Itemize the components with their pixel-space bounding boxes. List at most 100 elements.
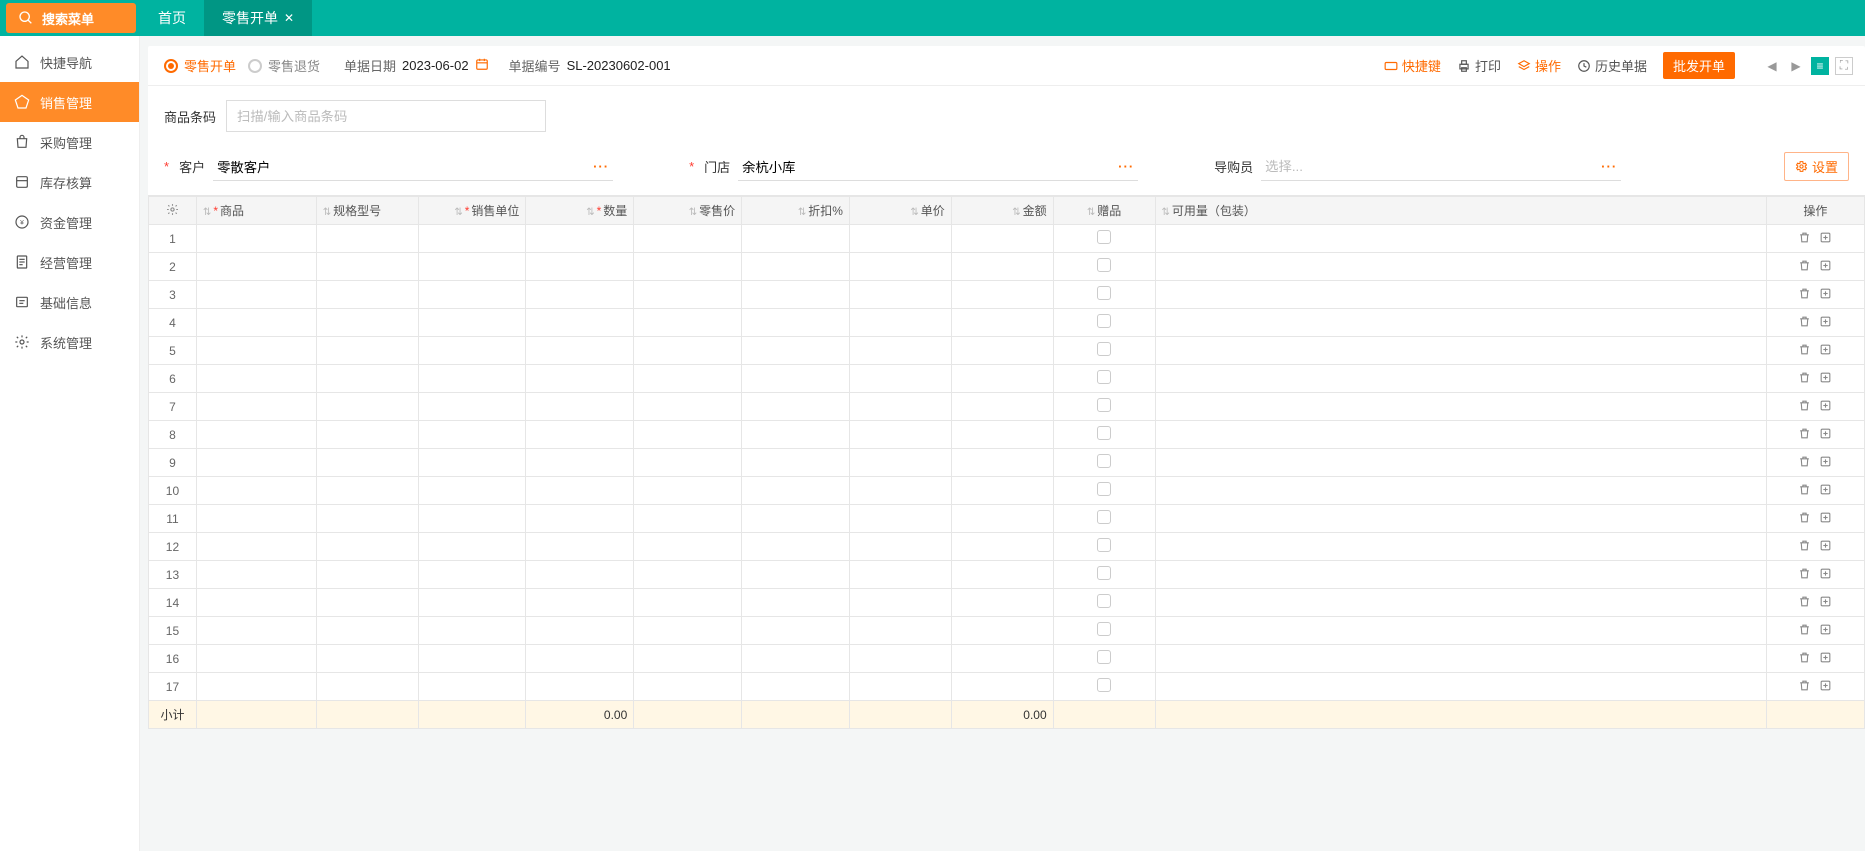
cell-available[interactable] xyxy=(1155,449,1766,477)
cell-available[interactable] xyxy=(1155,225,1766,253)
checkbox-icon[interactable] xyxy=(1097,454,1111,468)
col-gear[interactable] xyxy=(149,197,197,225)
cell-gift[interactable] xyxy=(1053,533,1155,561)
cell-amount[interactable] xyxy=(951,589,1053,617)
col-spec[interactable]: ⇅规格型号 xyxy=(316,197,418,225)
cell-available[interactable] xyxy=(1155,253,1766,281)
cell-qty[interactable] xyxy=(526,337,634,365)
table-row[interactable]: 9 xyxy=(149,449,1865,477)
sidebar-item-purchase[interactable]: 采购管理 xyxy=(0,122,139,162)
cell-amount[interactable] xyxy=(951,645,1053,673)
checkbox-icon[interactable] xyxy=(1097,426,1111,440)
bill-date-value[interactable]: 2023-06-02 xyxy=(402,58,469,73)
cell-amount[interactable] xyxy=(951,617,1053,645)
checkbox-icon[interactable] xyxy=(1097,258,1111,272)
cell-amount[interactable] xyxy=(951,281,1053,309)
cell-amount[interactable] xyxy=(951,365,1053,393)
delete-icon[interactable] xyxy=(1798,541,1811,555)
cell-spec[interactable] xyxy=(316,533,418,561)
add-row-icon[interactable] xyxy=(1819,345,1832,359)
delete-icon[interactable] xyxy=(1798,625,1811,639)
cell-available[interactable] xyxy=(1155,421,1766,449)
delete-icon[interactable] xyxy=(1798,681,1811,695)
cell-spec[interactable] xyxy=(316,589,418,617)
add-row-icon[interactable] xyxy=(1819,625,1832,639)
cell-available[interactable] xyxy=(1155,281,1766,309)
table-row[interactable]: 8 xyxy=(149,421,1865,449)
cell-qty[interactable] xyxy=(526,309,634,337)
col-price[interactable]: ⇅单价 xyxy=(849,197,951,225)
cell-spec[interactable] xyxy=(316,253,418,281)
cell-retail[interactable] xyxy=(634,645,742,673)
table-row[interactable]: 15 xyxy=(149,617,1865,645)
cell-discount[interactable] xyxy=(742,449,850,477)
cell-discount[interactable] xyxy=(742,645,850,673)
cell-gift[interactable] xyxy=(1053,393,1155,421)
cell-gift[interactable] xyxy=(1053,561,1155,589)
col-qty[interactable]: ⇅*数量 xyxy=(526,197,634,225)
cell-amount[interactable] xyxy=(951,561,1053,589)
table-row[interactable]: 17 xyxy=(149,673,1865,701)
add-row-icon[interactable] xyxy=(1819,457,1832,471)
print-button[interactable]: 打印 xyxy=(1457,56,1501,75)
cell-available[interactable] xyxy=(1155,393,1766,421)
cell-product[interactable] xyxy=(196,477,316,505)
table-row[interactable]: 14 xyxy=(149,589,1865,617)
calendar-icon[interactable] xyxy=(475,57,489,74)
cell-price[interactable] xyxy=(849,393,951,421)
checkbox-icon[interactable] xyxy=(1097,566,1111,580)
table-row[interactable]: 1 xyxy=(149,225,1865,253)
cell-gift[interactable] xyxy=(1053,253,1155,281)
cell-unit[interactable] xyxy=(418,253,526,281)
cell-qty[interactable] xyxy=(526,365,634,393)
delete-icon[interactable] xyxy=(1798,401,1811,415)
cell-product[interactable] xyxy=(196,253,316,281)
cell-retail[interactable] xyxy=(634,393,742,421)
cell-product[interactable] xyxy=(196,421,316,449)
cell-unit[interactable] xyxy=(418,505,526,533)
cell-qty[interactable] xyxy=(526,477,634,505)
delete-icon[interactable] xyxy=(1798,513,1811,527)
cell-available[interactable] xyxy=(1155,561,1766,589)
cell-retail[interactable] xyxy=(634,533,742,561)
cell-amount[interactable] xyxy=(951,421,1053,449)
cell-amount[interactable] xyxy=(951,309,1053,337)
cell-unit[interactable] xyxy=(418,561,526,589)
cell-unit[interactable] xyxy=(418,421,526,449)
table-row[interactable]: 4 xyxy=(149,309,1865,337)
cell-amount[interactable] xyxy=(951,253,1053,281)
cell-unit[interactable] xyxy=(418,337,526,365)
settings-button[interactable]: 设置 xyxy=(1784,152,1849,181)
add-row-icon[interactable] xyxy=(1819,681,1832,695)
cell-amount[interactable] xyxy=(951,393,1053,421)
cell-unit[interactable] xyxy=(418,477,526,505)
checkbox-icon[interactable] xyxy=(1097,370,1111,384)
cell-retail[interactable] xyxy=(634,253,742,281)
cell-gift[interactable] xyxy=(1053,673,1155,701)
cell-gift[interactable] xyxy=(1053,309,1155,337)
close-icon[interactable]: ✕ xyxy=(284,11,294,25)
radio-return[interactable]: 零售退货 xyxy=(244,54,324,77)
table-row[interactable]: 3 xyxy=(149,281,1865,309)
checkbox-icon[interactable] xyxy=(1097,594,1111,608)
cell-qty[interactable] xyxy=(526,393,634,421)
cell-qty[interactable] xyxy=(526,617,634,645)
nav-expand-icon[interactable]: ⛶ xyxy=(1835,57,1853,75)
cell-gift[interactable] xyxy=(1053,477,1155,505)
delete-icon[interactable] xyxy=(1798,457,1811,471)
col-amount[interactable]: ⇅金额 xyxy=(951,197,1053,225)
col-retail[interactable]: ⇅零售价 xyxy=(634,197,742,225)
cell-qty[interactable] xyxy=(526,421,634,449)
cell-product[interactable] xyxy=(196,449,316,477)
cell-amount[interactable] xyxy=(951,673,1053,701)
cell-qty[interactable] xyxy=(526,449,634,477)
delete-icon[interactable] xyxy=(1798,653,1811,667)
cell-product[interactable] xyxy=(196,309,316,337)
cell-unit[interactable] xyxy=(418,617,526,645)
table-row[interactable]: 10 xyxy=(149,477,1865,505)
table-row[interactable]: 2 xyxy=(149,253,1865,281)
ellipsis-icon[interactable]: ··· xyxy=(1601,159,1617,174)
sidebar-item-fund[interactable]: ¥ 资金管理 xyxy=(0,202,139,242)
cell-available[interactable] xyxy=(1155,365,1766,393)
tab-home[interactable]: 首页 xyxy=(140,0,204,36)
